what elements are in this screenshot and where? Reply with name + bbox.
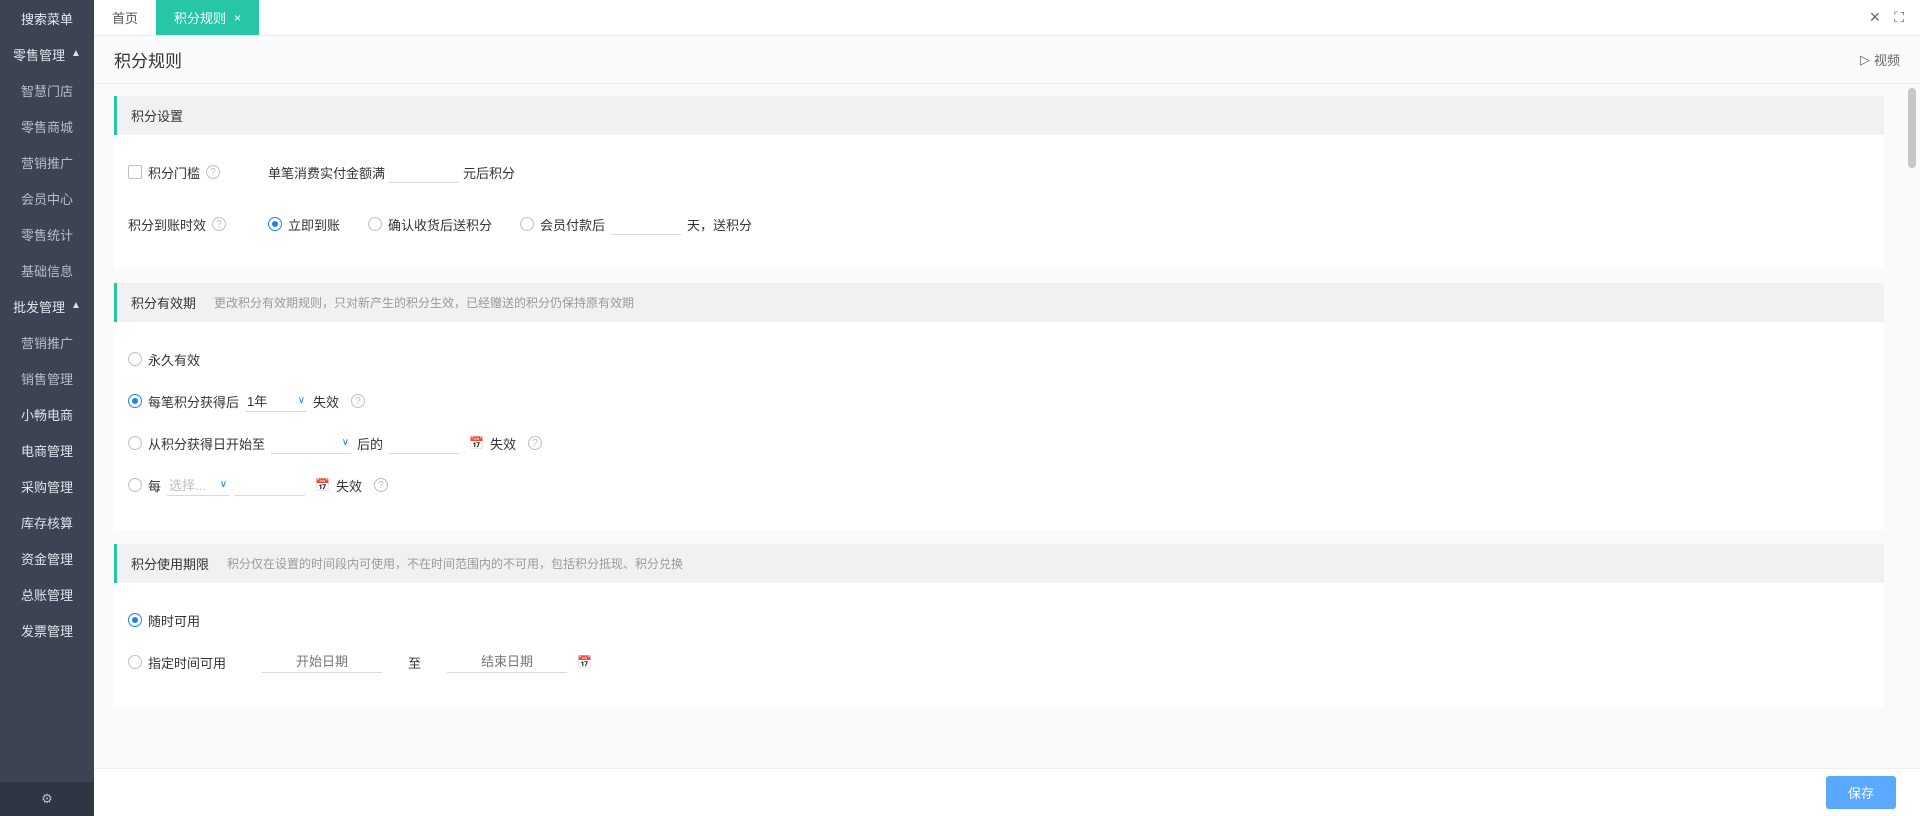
every-unit-select[interactable]: 选择... ∨ <box>167 474 229 496</box>
calendar-icon[interactable]: 📅 <box>315 478 330 492</box>
video-label: 视频 <box>1874 50 1900 69</box>
date-range-separator: 至 <box>388 653 441 672</box>
play-icon: ▷ <box>1860 52 1870 68</box>
chevron-down-icon: ∨ <box>342 437 349 448</box>
fullscreen-icon[interactable]: ⛶ <box>1890 9 1908 26</box>
sidebar-item-sales-mgmt[interactable]: 销售管理 <box>0 360 94 396</box>
close-icon[interactable]: × <box>234 11 241 25</box>
section-title: 积分使用期限 <box>131 554 209 573</box>
sidebar-item-smart-store[interactable]: 智慧门店 <box>0 72 94 108</box>
page-header: 积分规则 ▷ 视频 <box>94 36 1920 84</box>
tab-home[interactable]: 首页 <box>94 0 156 35</box>
from-date-input[interactable] <box>389 432 459 454</box>
close-all-icon[interactable]: × <box>1860 7 1891 28</box>
sidebar-item-inventory[interactable]: 库存核算 <box>0 504 94 540</box>
chevron-down-icon: ∨ <box>298 395 305 406</box>
section-hint: 积分仅在设置的时间段内可使用，不在时间范围内的不可用，包括积分抵现、积分兑换 <box>227 555 683 572</box>
vertical-scrollbar[interactable] <box>1904 84 1920 816</box>
help-icon[interactable]: ? <box>206 165 220 179</box>
sidebar-item-ledger[interactable]: 总账管理 <box>0 576 94 612</box>
radio-each-expire[interactable]: 每笔积分获得后 1年 ∨ 失效 ? <box>128 390 365 412</box>
section-header-usage-period: 积分使用期限 积分仅在设置的时间段内可使用，不在时间范围内的不可用，包括积分抵现… <box>114 544 1884 583</box>
sidebar-group-retail[interactable]: 零售管理 ▲ <box>0 36 94 72</box>
tab-label: 积分规则 <box>174 8 226 27</box>
calendar-icon[interactable]: 📅 <box>469 436 484 450</box>
video-help-link[interactable]: ▷ 视频 <box>1860 50 1900 69</box>
section-header-validity: 积分有效期 更改积分有效期规则，只对新产生的积分生效，已经赠送的积分仍保持原有效… <box>114 283 1884 322</box>
sidebar-item-basic-info[interactable]: 基础信息 <box>0 252 94 288</box>
gear-icon: ⚙ <box>41 791 53 807</box>
calendar-icon[interactable]: 📅 <box>577 655 592 669</box>
tabbar-controls: × ⛶ <box>1848 0 1920 35</box>
radio-icon <box>268 217 282 231</box>
help-icon[interactable]: ? <box>351 394 365 408</box>
radio-icon <box>128 655 142 669</box>
sidebar-item-finance[interactable]: 资金管理 <box>0 540 94 576</box>
from-date-unit-select[interactable]: ∨ <box>271 432 351 454</box>
section-hint: 更改积分有效期规则，只对新产生的积分生效，已经赠送的积分仍保持原有效期 <box>214 294 634 311</box>
after-pay-days-input[interactable] <box>611 213 681 235</box>
radio-forever[interactable]: 永久有效 <box>128 350 200 369</box>
sidebar-item-member-center[interactable]: 会员中心 <box>0 180 94 216</box>
sidebar-item-wholesale-marketing[interactable]: 营销推广 <box>0 324 94 360</box>
radio-icon <box>368 217 382 231</box>
chevron-down-icon: ∨ <box>220 479 227 490</box>
radio-from-date[interactable]: 从积分获得日开始至 ∨ 后的 📅 失效 ? <box>128 432 542 454</box>
radio-icon <box>128 436 142 450</box>
section-title: 积分设置 <box>131 106 183 125</box>
radio-icon <box>520 217 534 231</box>
caret-up-icon: ▲ <box>71 48 81 59</box>
every-date-input[interactable] <box>235 474 305 496</box>
radio-date-range[interactable]: 指定时间可用 至 📅 <box>128 651 592 673</box>
help-icon[interactable]: ? <box>374 478 388 492</box>
content-scroll: 积分设置 积分门槛 ? 单笔消费实付金额满 <box>94 84 1920 816</box>
sidebar-item-xiaochang[interactable]: 小畅电商 <box>0 396 94 432</box>
end-date-input[interactable] <box>447 651 567 673</box>
sidebar-item-marketing[interactable]: 营销推广 <box>0 144 94 180</box>
radio-after-receive[interactable]: 确认收货后送积分 <box>368 215 492 234</box>
threshold-prefix: 单笔消费实付金额满 <box>268 163 385 182</box>
scrollbar-thumb[interactable] <box>1908 88 1916 168</box>
sidebar-item-retail-mall[interactable]: 零售商城 <box>0 108 94 144</box>
threshold-checkbox[interactable] <box>128 165 142 179</box>
section-title: 积分有效期 <box>131 293 196 312</box>
sidebar-group-label: 批发管理 <box>13 297 65 316</box>
help-icon[interactable]: ? <box>212 217 226 231</box>
sidebar-item-retail-stats[interactable]: 零售统计 <box>0 216 94 252</box>
threshold-suffix: 元后积分 <box>463 163 515 182</box>
radio-icon <box>128 478 142 492</box>
radio-after-pay[interactable]: 会员付款后 天，送积分 <box>520 213 752 235</box>
radio-icon <box>128 613 142 627</box>
sidebar-group-label: 零售管理 <box>13 45 65 64</box>
sidebar-item-invoice[interactable]: 发票管理 <box>0 612 94 648</box>
page-title: 积分规则 <box>114 47 182 72</box>
section-header-points-settings: 积分设置 <box>114 96 1884 135</box>
caret-up-icon: ▲ <box>71 300 81 311</box>
radio-icon <box>128 394 142 408</box>
sidebar-group-wholesale[interactable]: 批发管理 ▲ <box>0 288 94 324</box>
radio-immediate[interactable]: 立即到账 <box>268 215 340 234</box>
content: 积分设置 积分门槛 ? 单笔消费实付金额满 <box>94 84 1904 816</box>
threshold-amount-input[interactable] <box>389 161 459 183</box>
validity-period-select[interactable]: 1年 ∨ <box>245 390 307 412</box>
main: 首页 积分规则 × × ⛶ 积分规则 ▷ 视频 <box>94 0 1920 816</box>
tab-points-rule[interactable]: 积分规则 × <box>156 0 259 35</box>
tab-bar: 首页 积分规则 × × ⛶ <box>94 0 1920 36</box>
help-icon[interactable]: ? <box>528 436 542 450</box>
timing-label: 积分到账时效 <box>128 215 206 234</box>
sidebar-settings[interactable]: ⚙ <box>0 782 94 816</box>
start-date-input[interactable] <box>262 651 382 673</box>
footer-action-bar: 保存 <box>94 768 1920 816</box>
sidebar-search[interactable]: 搜索菜单 <box>0 0 94 36</box>
radio-every[interactable]: 每 选择... ∨ 📅 失效 ? <box>128 474 388 496</box>
sidebar: 搜索菜单 零售管理 ▲ 智慧门店 零售商城 营销推广 会员中心 零售统计 基础信… <box>0 0 94 816</box>
threshold-label: 积分门槛 <box>148 163 200 182</box>
sidebar-item-ecom-mgmt[interactable]: 电商管理 <box>0 432 94 468</box>
sidebar-item-purchase[interactable]: 采购管理 <box>0 468 94 504</box>
save-button[interactable]: 保存 <box>1826 776 1896 809</box>
radio-anytime[interactable]: 随时可用 <box>128 611 200 630</box>
radio-icon <box>128 352 142 366</box>
